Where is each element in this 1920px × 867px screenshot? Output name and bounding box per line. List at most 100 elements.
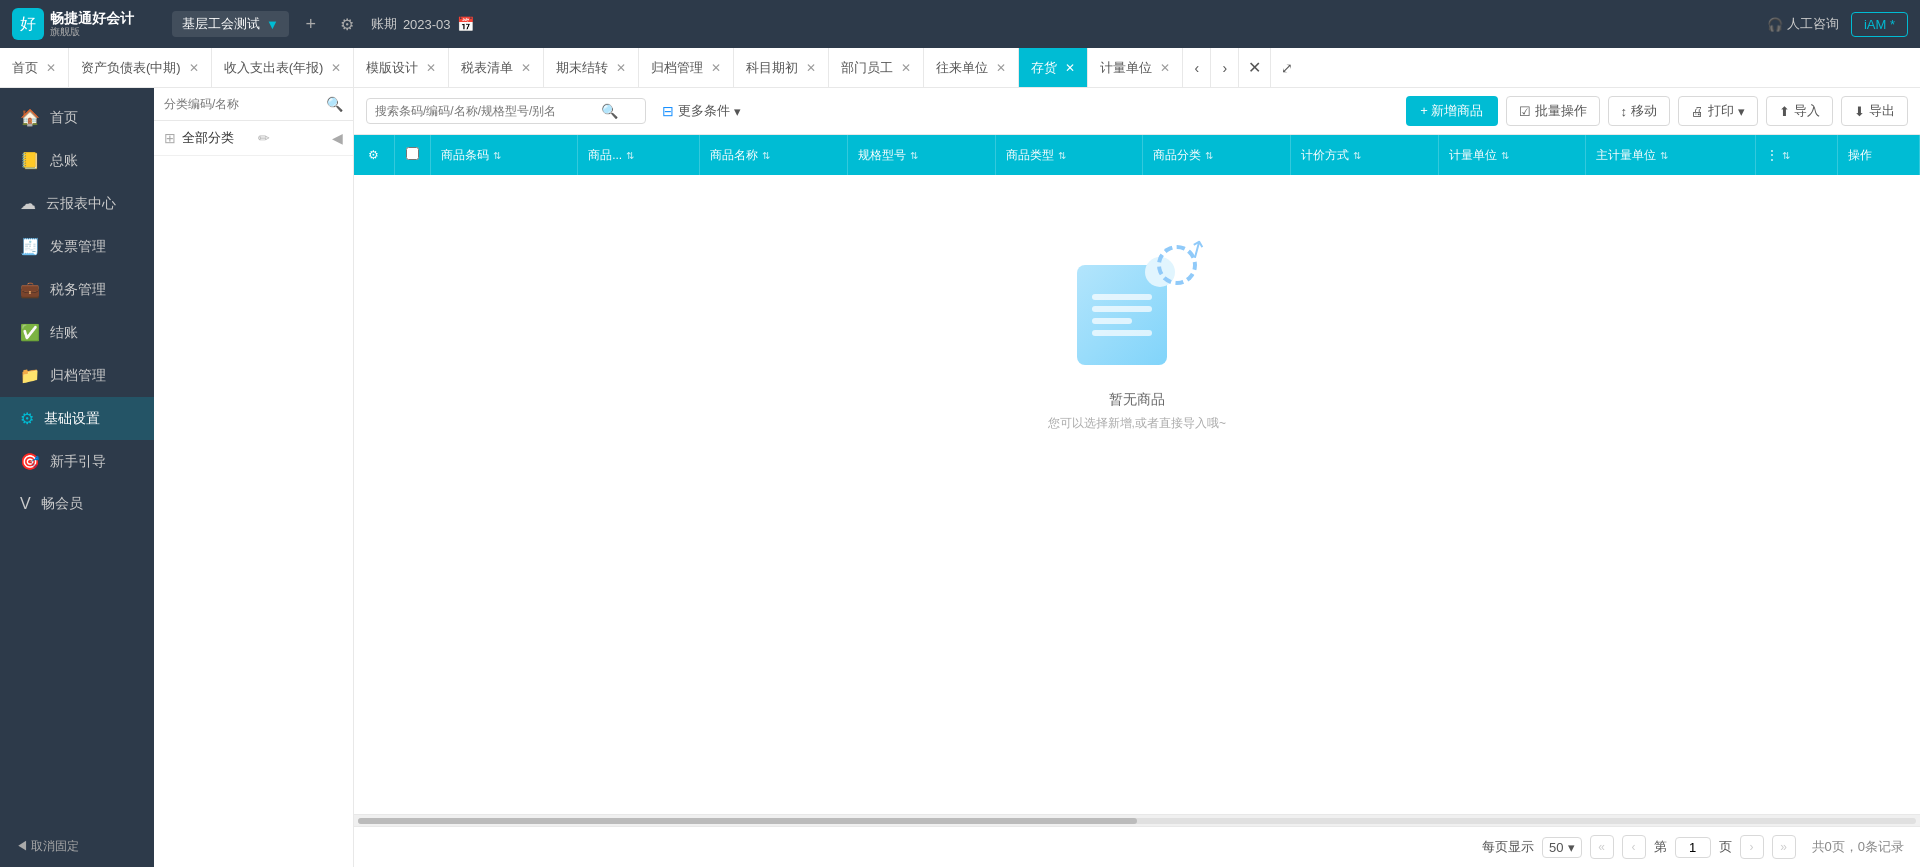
tab-subject-init-close[interactable]: ✕ bbox=[806, 61, 816, 75]
period-label-text: 账期 bbox=[371, 15, 397, 33]
th-product-name[interactable]: 商品名称 ⇅ bbox=[700, 135, 848, 175]
sidebar-item-ledger[interactable]: 📒 总账 bbox=[0, 139, 154, 182]
sidebar-item-member[interactable]: V 畅会员 bbox=[0, 483, 154, 525]
horizontal-scrollbar[interactable] bbox=[354, 814, 1920, 826]
help-button[interactable]: 🎧 人工咨询 bbox=[1767, 15, 1839, 33]
company-selector[interactable]: 基层工会测试 ▼ bbox=[172, 11, 289, 37]
tab-tax-list[interactable]: 税表清单 ✕ bbox=[449, 48, 544, 88]
product-table: ⚙ 商品条码 ⇅ bbox=[354, 135, 1920, 492]
add-product-button[interactable]: + 新增商品 bbox=[1406, 96, 1497, 126]
sidebar-item-close-account[interactable]: ✅ 结账 bbox=[0, 311, 154, 354]
tab-income-statement[interactable]: 收入支出表(年报) ✕ bbox=[212, 48, 355, 88]
th-settings[interactable]: ⚙ bbox=[354, 135, 394, 175]
export-button[interactable]: ⬇ 导出 bbox=[1841, 96, 1908, 126]
th-checkbox[interactable] bbox=[394, 135, 430, 175]
th-main-uom[interactable]: 主计量单位 ⇅ bbox=[1586, 135, 1756, 175]
th-action: 操作 bbox=[1837, 135, 1919, 175]
tab-home[interactable]: 首页 ✕ bbox=[0, 48, 69, 88]
panel-collapse-icon[interactable]: ◀ bbox=[332, 130, 343, 146]
category-all-label[interactable]: 全部分类 bbox=[182, 129, 234, 147]
th-uom[interactable]: 计量单位 ⇅ bbox=[1438, 135, 1586, 175]
scroll-thumb[interactable] bbox=[358, 818, 1137, 824]
th-product-name-label: 商品名称 bbox=[710, 147, 758, 164]
empty-state: ↗ 暂无商品 您可以选择新增,或者直接导入哦~ bbox=[354, 175, 1920, 492]
th-product-code[interactable]: 商品... ⇅ bbox=[578, 135, 700, 175]
tab-subject-init[interactable]: 科目期初 ✕ bbox=[734, 48, 829, 88]
batch-operation-button[interactable]: ☑ 批量操作 bbox=[1506, 96, 1600, 126]
category-search-input[interactable] bbox=[164, 97, 320, 111]
tab-uom-close[interactable]: ✕ bbox=[1160, 61, 1170, 75]
edit-icon[interactable]: ✏ bbox=[258, 130, 270, 146]
move-icon: ↕ bbox=[1621, 104, 1628, 119]
th-category-label: 商品分类 bbox=[1153, 147, 1201, 164]
tab-archive-close[interactable]: ✕ bbox=[711, 61, 721, 75]
tab-home-label: 首页 bbox=[12, 59, 38, 77]
page-number-input[interactable] bbox=[1675, 837, 1711, 858]
move-button[interactable]: ↕ 移动 bbox=[1608, 96, 1671, 126]
last-page-button[interactable]: » bbox=[1772, 835, 1796, 859]
tab-period-carry[interactable]: 期末结转 ✕ bbox=[544, 48, 639, 88]
sidebar-item-home[interactable]: 🏠 首页 bbox=[0, 96, 154, 139]
tab-prev-button[interactable]: ‹ bbox=[1183, 48, 1211, 88]
headset-icon: 🎧 bbox=[1767, 17, 1783, 32]
account-button[interactable]: iAM * bbox=[1851, 12, 1908, 37]
first-page-button[interactable]: « bbox=[1590, 835, 1614, 859]
tab-template-design-close[interactable]: ✕ bbox=[426, 61, 436, 75]
th-uom-label: 计量单位 bbox=[1449, 147, 1497, 164]
tab-next-button[interactable]: › bbox=[1211, 48, 1239, 88]
category-search-icon[interactable]: 🔍 bbox=[326, 96, 343, 112]
logo-text: 畅捷通好会计 旗舰版 bbox=[50, 10, 134, 39]
th-price-method[interactable]: 计价方式 ⇅ bbox=[1290, 135, 1438, 175]
sidebar-item-tax[interactable]: 💼 税务管理 bbox=[0, 268, 154, 311]
tab-inventory-close[interactable]: ✕ bbox=[1065, 61, 1075, 75]
tab-uom[interactable]: 计量单位 ✕ bbox=[1088, 48, 1183, 88]
tab-income-statement-label: 收入支出表(年报) bbox=[224, 59, 324, 77]
tab-balance-sheet-close[interactable]: ✕ bbox=[189, 61, 199, 75]
product-search-icon[interactable]: 🔍 bbox=[601, 103, 618, 119]
th-product-type[interactable]: 商品类型 ⇅ bbox=[995, 135, 1143, 175]
sidebar-collapse-button[interactable]: ◀ 取消固定 bbox=[0, 826, 154, 867]
sidebar-item-basic-settings[interactable]: ⚙ 基础设置 bbox=[0, 397, 154, 440]
tab-expand-button[interactable]: ⤢ bbox=[1271, 48, 1303, 88]
tab-home-close[interactable]: ✕ bbox=[46, 61, 56, 75]
left-panel: 🔍 ⊞ 全部分类 ✏ ◀ bbox=[154, 88, 354, 867]
sidebar-item-cloud-reports[interactable]: ☁ 云报表中心 bbox=[0, 182, 154, 225]
th-category[interactable]: 商品分类 ⇅ bbox=[1143, 135, 1291, 175]
tab-close-all-button[interactable]: ✕ bbox=[1239, 48, 1271, 88]
select-all-checkbox[interactable] bbox=[406, 147, 419, 160]
tab-balance-sheet[interactable]: 资产负债表(中期) ✕ bbox=[69, 48, 212, 88]
tab-contacts[interactable]: 往来单位 ✕ bbox=[924, 48, 1019, 88]
tab-income-statement-close[interactable]: ✕ bbox=[331, 61, 341, 75]
export-label: 导出 bbox=[1869, 102, 1895, 120]
th-barcode[interactable]: 商品条码 ⇅ bbox=[430, 135, 578, 175]
tab-archive-label: 归档管理 bbox=[651, 59, 703, 77]
sidebar-item-archive[interactable]: 📁 归档管理 bbox=[0, 354, 154, 397]
tab-contacts-close[interactable]: ✕ bbox=[996, 61, 1006, 75]
product-search-input[interactable] bbox=[375, 104, 595, 118]
th-spec[interactable]: 规格型号 ⇅ bbox=[847, 135, 995, 175]
tab-period-carry-close[interactable]: ✕ bbox=[616, 61, 626, 75]
settings-icon[interactable]: ⚙ bbox=[333, 10, 361, 38]
tab-dept-employee[interactable]: 部门员工 ✕ bbox=[829, 48, 924, 88]
tab-dept-employee-close[interactable]: ✕ bbox=[901, 61, 911, 75]
add-tab-button[interactable]: + bbox=[299, 12, 323, 36]
more-filter-button[interactable]: ⊟ 更多条件 ▾ bbox=[654, 98, 749, 124]
page-size-select[interactable]: 50 ▾ bbox=[1542, 837, 1581, 858]
archive-icon: 📁 bbox=[20, 366, 40, 385]
top-bar: 好 畅捷通好会计 旗舰版 基层工会测试 ▼ + ⚙ 账期 2023-03 📅 🎧… bbox=[0, 0, 1920, 48]
th-product-code-label: 商品... bbox=[588, 147, 622, 164]
sidebar-item-invoice[interactable]: 🧾 发票管理 bbox=[0, 225, 154, 268]
tab-template-design[interactable]: 模版设计 ✕ bbox=[354, 48, 449, 88]
scroll-track[interactable] bbox=[358, 818, 1916, 824]
print-button[interactable]: 🖨 打印 ▾ bbox=[1678, 96, 1758, 126]
content-area: 🔍 ⊞ 全部分类 ✏ ◀ 🔍 bbox=[154, 88, 1920, 867]
next-page-button[interactable]: › bbox=[1740, 835, 1764, 859]
sidebar-item-guide[interactable]: 🎯 新手引导 bbox=[0, 440, 154, 483]
tab-archive[interactable]: 归档管理 ✕ bbox=[639, 48, 734, 88]
tab-tax-list-close[interactable]: ✕ bbox=[521, 61, 531, 75]
calendar-icon[interactable]: 📅 bbox=[457, 16, 474, 32]
th-more[interactable]: ⋮ ⇅ bbox=[1755, 135, 1837, 175]
import-button[interactable]: ⬆ 导入 bbox=[1766, 96, 1833, 126]
prev-page-button[interactable]: ‹ bbox=[1622, 835, 1646, 859]
tab-inventory[interactable]: 存货 ✕ bbox=[1019, 48, 1088, 88]
